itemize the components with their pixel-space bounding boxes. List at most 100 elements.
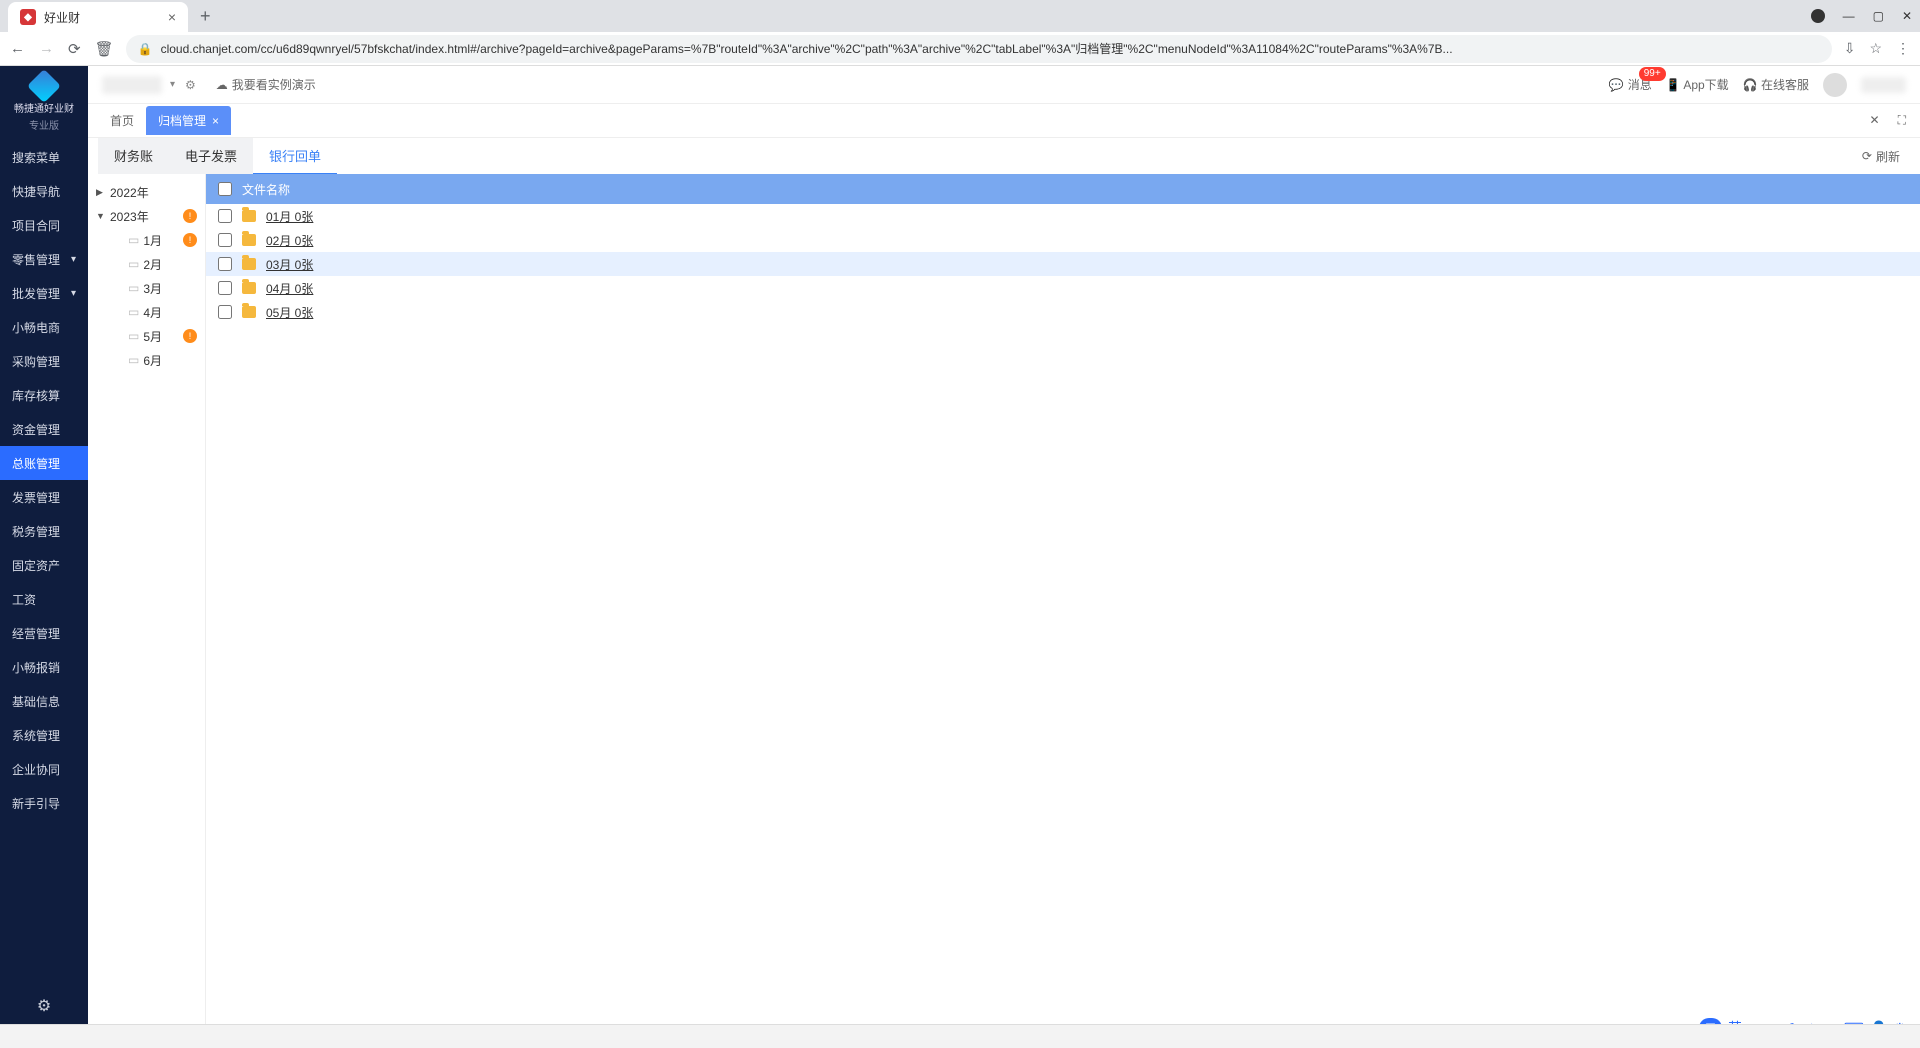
sidebar-item-label: 采购管理: [12, 353, 60, 370]
sidebar: 畅捷通好业财 专业版 搜索菜单快捷导航项目合同零售管理▾ 批发管理 ▾ 小畅电商采购管…: [0, 66, 88, 1024]
file-name-link[interactable]: 03月 0张: [266, 256, 313, 273]
sidebar-item-16[interactable]: 基础信息: [0, 684, 88, 718]
page-tab-0[interactable]: 首页: [98, 106, 146, 135]
lock-icon: 🔒: [138, 42, 153, 56]
browser-chrome: ◆ 好业财 × + — ▢ ✕ ← → ⟳ 🗑 🔒 cloud.chanjet.…: [0, 0, 1920, 66]
sidebar-item-5[interactable]: 小畅电商: [0, 310, 88, 344]
page-tab-1[interactable]: 归档管理×: [146, 106, 231, 135]
tree-node-2[interactable]: ▭1月!: [88, 228, 205, 252]
sidebar-item-3[interactable]: 零售管理▾: [0, 242, 88, 276]
maximize-icon[interactable]: ▢: [1873, 9, 1884, 23]
topbar: ▾ ⚙ ☁ 我要看实例演示 💬 消息 99+ 📱 App下载 🎧: [88, 66, 1920, 104]
table-row[interactable]: 03月 0张: [206, 252, 1920, 276]
chevron-down-icon: ▾: [71, 254, 76, 265]
org-selector[interactable]: ▾: [102, 76, 175, 94]
new-tab-button[interactable]: +: [200, 6, 211, 27]
table-row[interactable]: 02月 0张: [206, 228, 1920, 252]
sidebar-item-12[interactable]: 固定资产: [0, 548, 88, 582]
folder-icon: ▭: [128, 233, 139, 247]
sidebar-item-15[interactable]: 小畅报销: [0, 650, 88, 684]
avatar[interactable]: [1823, 73, 1847, 97]
sidebar-item-6[interactable]: 采购管理: [0, 344, 88, 378]
fullscreen-icon[interactable]: ⛶: [1894, 109, 1910, 132]
year-tree: ▶2022年▼2023年!▭1月!▭2月▭3月▭4月▭5月! ▭ 6月: [88, 174, 206, 1024]
sidebar-item-7[interactable]: 库存核算: [0, 378, 88, 412]
app-download-button[interactable]: 📱 App下载: [1666, 76, 1729, 93]
inner-tab-1[interactable]: 电子发票: [169, 138, 253, 175]
file-name-link[interactable]: 05月 0张: [266, 304, 313, 321]
sidebar-item-4[interactable]: 批发管理 ▾: [0, 276, 88, 310]
tab-close-icon[interactable]: ×: [168, 9, 176, 25]
inner-tab-2[interactable]: 银行回单: [253, 138, 337, 175]
sidebar-item-18[interactable]: 企业协同: [0, 752, 88, 786]
tree-node-6[interactable]: ▭5月!: [88, 324, 205, 348]
logo: 畅捷通好业财 专业版: [0, 66, 88, 140]
row-checkbox[interactable]: [218, 281, 232, 295]
table-row[interactable]: 01月 0张: [206, 204, 1920, 228]
folder-icon: ▭: [128, 353, 139, 367]
close-icon[interactable]: ×: [212, 114, 219, 128]
sidebar-item-10[interactable]: 发票管理: [0, 480, 88, 514]
sidebar-item-13[interactable]: 工资: [0, 582, 88, 616]
row-checkbox[interactable]: [218, 257, 232, 271]
sidebar-item-label: 新手引导: [12, 795, 60, 812]
refresh-button[interactable]: ⟳ 刷新: [1862, 148, 1910, 165]
url-text: cloud.chanjet.com/cc/u6d89qwnryel/57bfsk…: [161, 40, 1820, 57]
sidebar-item-label: 批发管理: [12, 285, 60, 302]
tree-node-1[interactable]: ▼2023年!: [88, 204, 205, 228]
reload-icon[interactable]: ⟳: [68, 40, 81, 58]
sidebar-item-11[interactable]: 税务管理: [0, 514, 88, 548]
tree-label: 6月: [143, 352, 162, 369]
tree-node-0[interactable]: ▶2022年: [88, 180, 205, 204]
kebab-icon[interactable]: ⋮: [1896, 40, 1910, 57]
row-checkbox[interactable]: [218, 209, 232, 223]
sidebar-item-2[interactable]: 项目合同: [0, 208, 88, 242]
col-filename: 文件名称: [242, 181, 290, 198]
sidebar-item-19[interactable]: 新手引导: [0, 786, 88, 820]
messages-button[interactable]: 💬 消息 99+: [1609, 76, 1652, 93]
inner-tab-0[interactable]: 财务账: [98, 138, 169, 175]
table-row[interactable]: 05月 0张: [206, 300, 1920, 324]
row-checkbox[interactable]: [218, 305, 232, 319]
sidebar-item-1[interactable]: 快捷导航: [0, 174, 88, 208]
sidebar-item-14[interactable]: 经营管理: [0, 616, 88, 650]
sidebar-item-0[interactable]: 搜索菜单: [0, 140, 88, 174]
close-all-tabs-icon[interactable]: ✕: [1866, 109, 1884, 132]
file-table: 文件名称 01月 0张 02月 0张 03月 0张 04月 0张 05月 0张: [206, 174, 1920, 1024]
back-icon[interactable]: ←: [10, 40, 25, 58]
forward-icon[interactable]: →: [39, 40, 54, 58]
tree-node-7[interactable]: ▭ 6月: [88, 348, 205, 372]
demo-label: 我要看实例演示: [232, 76, 316, 93]
account-icon[interactable]: [1811, 9, 1825, 23]
tree-node-4[interactable]: ▭3月: [88, 276, 205, 300]
settings-gear-icon[interactable]: ⚙: [0, 988, 88, 1024]
row-checkbox[interactable]: [218, 233, 232, 247]
trash-icon[interactable]: 🗑: [95, 40, 114, 58]
table-row[interactable]: 04月 0张: [206, 276, 1920, 300]
tree-node-5[interactable]: ▭4月: [88, 300, 205, 324]
chevron-down-icon: ▾: [71, 288, 76, 299]
install-icon[interactable]: ⇩: [1844, 40, 1856, 57]
logo-icon: [27, 69, 61, 103]
file-name-link[interactable]: 01月 0张: [266, 208, 313, 225]
minimize-icon[interactable]: —: [1843, 9, 1855, 23]
url-field[interactable]: 🔒 cloud.chanjet.com/cc/u6d89qwnryel/57bf…: [126, 35, 1832, 63]
close-window-icon[interactable]: ✕: [1902, 9, 1912, 23]
tree-node-3[interactable]: ▭2月: [88, 252, 205, 276]
demo-link[interactable]: ☁ 我要看实例演示: [216, 76, 316, 93]
topbar-right: 💬 消息 99+ 📱 App下载 🎧 在线客服: [1609, 73, 1906, 97]
sidebar-item-17[interactable]: 系统管理: [0, 718, 88, 752]
file-name-link[interactable]: 02月 0张: [266, 232, 313, 249]
org-settings-icon[interactable]: ⚙: [185, 78, 196, 92]
file-name-link[interactable]: 04月 0张: [266, 280, 313, 297]
sidebar-item-8[interactable]: 资金管理: [0, 412, 88, 446]
inner-tabs: 财务账电子发票银行回单 ⟳ 刷新: [88, 138, 1920, 174]
select-all-checkbox[interactable]: [218, 182, 232, 196]
browser-tab[interactable]: ◆ 好业财 ×: [8, 2, 188, 32]
sidebar-item-9[interactable]: 总账管理: [0, 446, 88, 480]
star-icon[interactable]: ☆: [1869, 40, 1882, 57]
online-service-button[interactable]: 🎧 在线客服: [1743, 76, 1809, 93]
chevron-down-icon: ▾: [170, 79, 175, 90]
alert-badge: !: [183, 329, 197, 343]
content: 财务账电子发票银行回单 ⟳ 刷新 ▶2022年▼2023年!▭1月!▭2月▭3月…: [88, 138, 1920, 1024]
